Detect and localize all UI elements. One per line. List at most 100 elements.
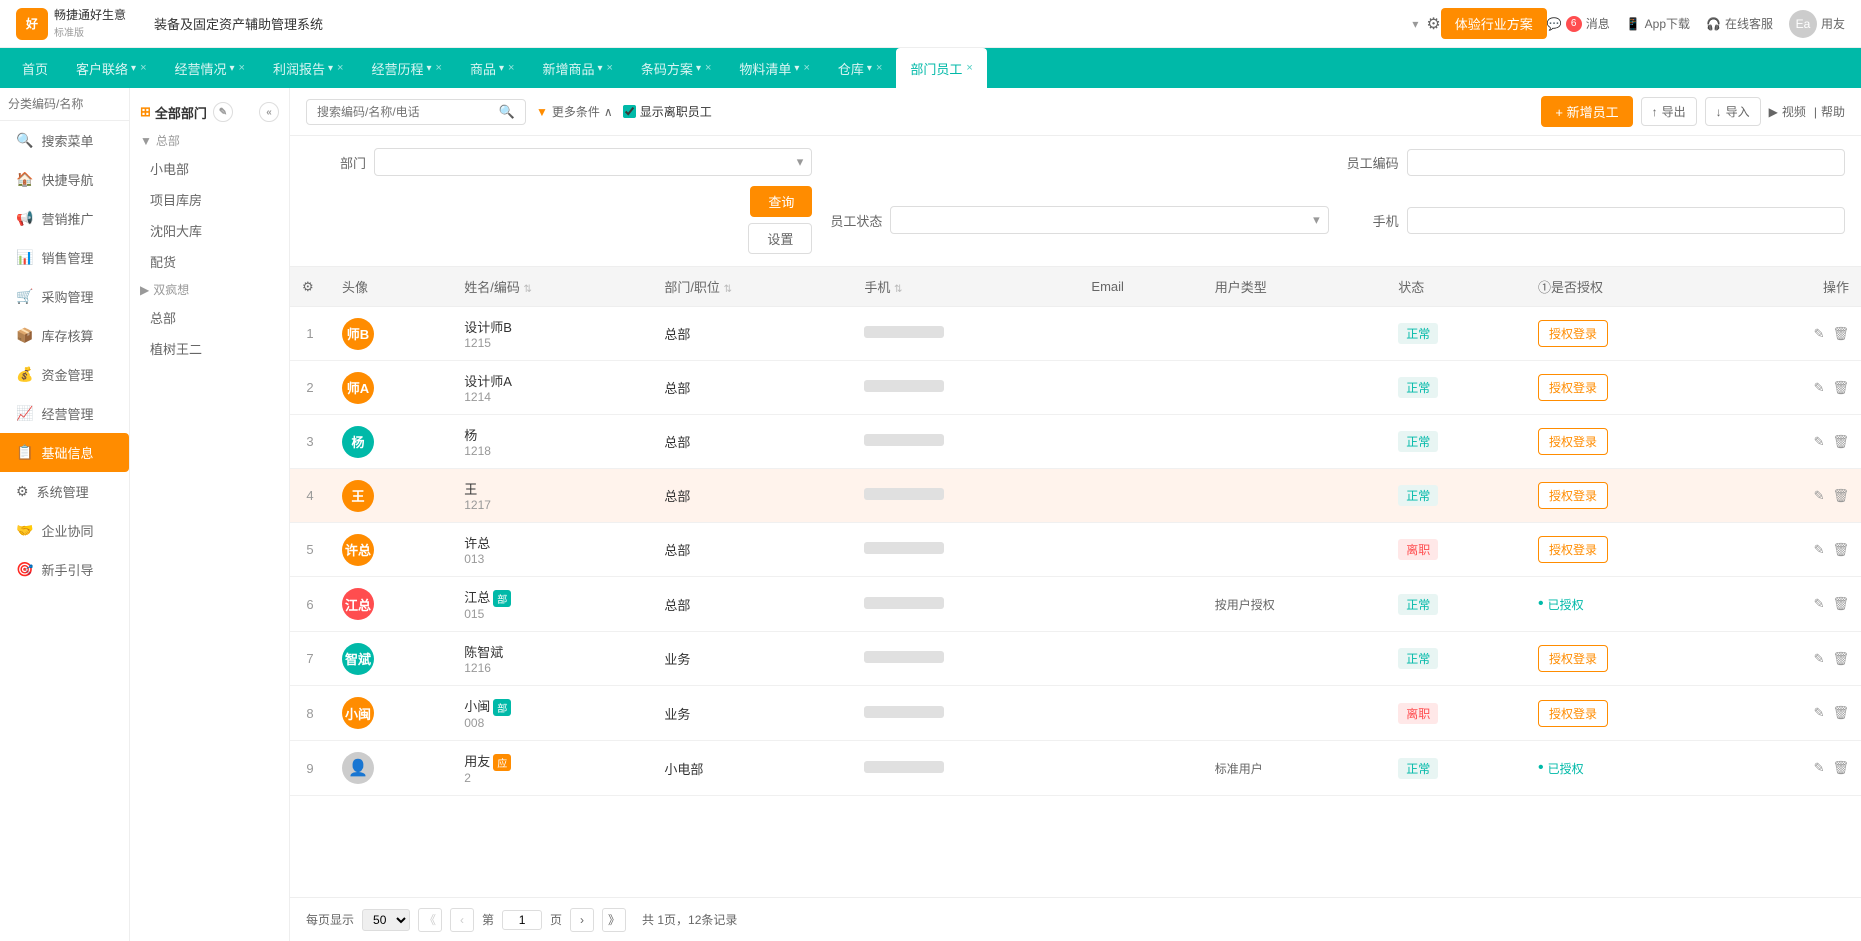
auth-login-button[interactable]: 授权登录 xyxy=(1538,536,1608,563)
show-resigned-label[interactable]: 显示离职员工 xyxy=(623,103,712,120)
sidebar-item-basic-info[interactable]: 📋 基础信息 xyxy=(0,433,129,472)
tree-item-shenyang[interactable]: 沈阳大库 xyxy=(130,215,289,246)
tab-customers[interactable]: 客户联络 ▾× xyxy=(62,48,160,88)
edit-icon[interactable]: ✎ xyxy=(1814,651,1825,667)
help-btn[interactable]: | 帮助 xyxy=(1814,103,1845,120)
delete-icon[interactable]: 🗑 xyxy=(1832,434,1849,450)
page-input[interactable] xyxy=(502,910,542,930)
tab-warehouse[interactable]: 仓库 ▾× xyxy=(824,48,896,88)
tab-profit[interactable]: 利润报告 ▾× xyxy=(259,48,357,88)
collapse-tree-btn[interactable]: « xyxy=(259,102,279,122)
col-settings[interactable]: ⚙ xyxy=(290,267,330,307)
tab-history[interactable]: 经营历程 ▾× xyxy=(357,48,455,88)
empcode-input[interactable] xyxy=(1407,149,1845,176)
show-resigned-checkbox[interactable] xyxy=(623,105,636,118)
search-input[interactable] xyxy=(317,105,499,119)
tab-bom[interactable]: 物料清单 ▾× xyxy=(725,48,823,88)
message-button[interactable]: 💬 6 消息 xyxy=(1547,15,1610,32)
tree-item-xiaodian[interactable]: 小电部 xyxy=(130,153,289,184)
delete-icon[interactable]: 🗑 xyxy=(1832,380,1849,396)
tree-header-icon: ⊞ xyxy=(140,104,151,120)
auth-login-button[interactable]: 授权登录 xyxy=(1538,320,1608,347)
last-page-btn[interactable]: 》 xyxy=(602,908,626,932)
edit-icon[interactable]: ✎ xyxy=(1814,326,1825,342)
tree-item-project[interactable]: 项目库房 xyxy=(130,184,289,215)
table-row: 6 江总 江总部 015 总部 按用户授权 正常 已授权 ✎ 🗑 xyxy=(290,577,1861,632)
tab-operations[interactable]: 经营情况 ▾× xyxy=(161,48,259,88)
auth-login-button[interactable]: 授权登录 xyxy=(1538,700,1608,727)
tab-dept-staff[interactable]: 部门员工× xyxy=(896,48,986,88)
sidebar-item-nav[interactable]: 🏠 快捷导航 xyxy=(0,160,129,199)
tree-item-general-hq[interactable]: 总部 xyxy=(130,302,289,333)
row-dept: 小电部 xyxy=(652,741,852,796)
sidebar-item-search[interactable]: 🔍 搜索菜单 xyxy=(0,121,129,160)
sidebar-item-operations[interactable]: 📈 经营管理 xyxy=(0,394,129,433)
tab-new-goods[interactable]: 新增商品 ▾× xyxy=(528,48,626,88)
delete-icon[interactable]: 🗑 xyxy=(1832,488,1849,504)
tree-group-double[interactable]: ▶ 双疯想 xyxy=(130,277,289,302)
more-conditions-btn[interactable]: ▼ 更多条件 ∧ xyxy=(536,103,613,120)
phone-label: 手机 xyxy=(1339,211,1399,230)
tab-home[interactable]: 首页 xyxy=(8,48,62,88)
row-status: 正常 xyxy=(1386,577,1526,632)
tree-group-general[interactable]: ▼ 总部 xyxy=(130,128,289,153)
edit-icon[interactable]: ✎ xyxy=(1814,705,1825,721)
sidebar-item-finance[interactable]: 💰 资金管理 xyxy=(0,355,129,394)
system-dropdown-arrow[interactable]: ▾ xyxy=(1412,17,1418,31)
user-menu[interactable]: Ea 用友 xyxy=(1789,10,1845,38)
first-page-btn[interactable]: 《 xyxy=(418,908,442,932)
auth-login-button[interactable]: 授权登录 xyxy=(1538,374,1608,401)
tab-barcode[interactable]: 条码方案 ▾× xyxy=(627,48,725,88)
sidebar-item-collab[interactable]: 🤝 企业协同 xyxy=(0,511,129,550)
import-button[interactable]: ↓ 导入 xyxy=(1705,97,1761,126)
edit-icon[interactable]: ✎ xyxy=(1814,596,1825,612)
tree-item-zhishu[interactable]: 植树王二 xyxy=(130,333,289,364)
delete-icon[interactable]: 🗑 xyxy=(1832,596,1849,612)
phone-input[interactable] xyxy=(1407,207,1845,234)
col-dept[interactable]: 部门/职位 ⇅ xyxy=(652,267,852,307)
add-employee-button[interactable]: + 新增员工 xyxy=(1541,96,1632,127)
row-phone xyxy=(852,577,1079,632)
per-page-select[interactable]: 50 xyxy=(362,909,410,931)
app-download-button[interactable]: 📱 App下载 xyxy=(1626,15,1690,32)
delete-icon[interactable]: 🗑 xyxy=(1832,326,1849,342)
tree-item-delivery[interactable]: 配货 xyxy=(130,246,289,277)
auth-login-button[interactable]: 授权登录 xyxy=(1538,428,1608,455)
auth-login-button[interactable]: 授权登录 xyxy=(1538,482,1608,509)
edit-icon[interactable]: ✎ xyxy=(1814,760,1825,776)
empstatus-select[interactable]: ▾ xyxy=(890,206,1328,234)
row-name: 设计师A 1214 xyxy=(452,361,652,415)
delete-icon[interactable]: 🗑 xyxy=(1832,760,1849,776)
tab-goods[interactable]: 商品 ▾× xyxy=(456,48,528,88)
sidebar-item-guide[interactable]: 🎯 新手引导 xyxy=(0,550,129,589)
edit-icon[interactable]: ✎ xyxy=(1814,488,1825,504)
query-button[interactable]: 查询 xyxy=(750,186,812,217)
sidebar-search-input[interactable] xyxy=(8,97,130,111)
sidebar-item-purchase[interactable]: 🛒 采购管理 xyxy=(0,277,129,316)
sidebar-item-marketing[interactable]: 📢 营销推广 xyxy=(0,199,129,238)
export-button[interactable]: ↑ 导出 xyxy=(1641,97,1697,126)
experience-button[interactable]: 体验行业方案 xyxy=(1441,8,1547,39)
auth-login-button[interactable]: 授权登录 xyxy=(1538,645,1608,672)
next-page-btn[interactable]: › xyxy=(570,908,594,932)
sidebar-item-inventory[interactable]: 📦 库存核算 xyxy=(0,316,129,355)
online-service-button[interactable]: 🎧 在线客服 xyxy=(1706,15,1773,32)
col-phone[interactable]: 手机 ⇅ xyxy=(852,267,1079,307)
dept-select[interactable]: ▾ xyxy=(374,148,812,176)
edit-tree-btn[interactable]: ✎ xyxy=(213,102,233,122)
prev-page-btn[interactable]: ‹ xyxy=(450,908,474,932)
edit-icon[interactable]: ✎ xyxy=(1814,380,1825,396)
delete-icon[interactable]: 🗑 xyxy=(1832,651,1849,667)
gear-icon[interactable]: ⚙ xyxy=(1426,14,1440,34)
sidebar-item-system[interactable]: ⚙ 系统管理 xyxy=(0,472,129,511)
delete-icon[interactable]: 🗑 xyxy=(1832,705,1849,721)
reset-button[interactable]: 设置 xyxy=(748,223,812,254)
video-btn[interactable]: ▶ 视频 xyxy=(1769,103,1806,120)
download-icon: 📱 xyxy=(1626,17,1641,31)
row-status: 正常 xyxy=(1386,469,1526,523)
delete-icon[interactable]: 🗑 xyxy=(1832,542,1849,558)
sidebar-item-sales[interactable]: 📊 销售管理 xyxy=(0,238,129,277)
edit-icon[interactable]: ✎ xyxy=(1814,434,1825,450)
col-name[interactable]: 姓名/编码 ⇅ xyxy=(452,267,652,307)
edit-icon[interactable]: ✎ xyxy=(1814,542,1825,558)
